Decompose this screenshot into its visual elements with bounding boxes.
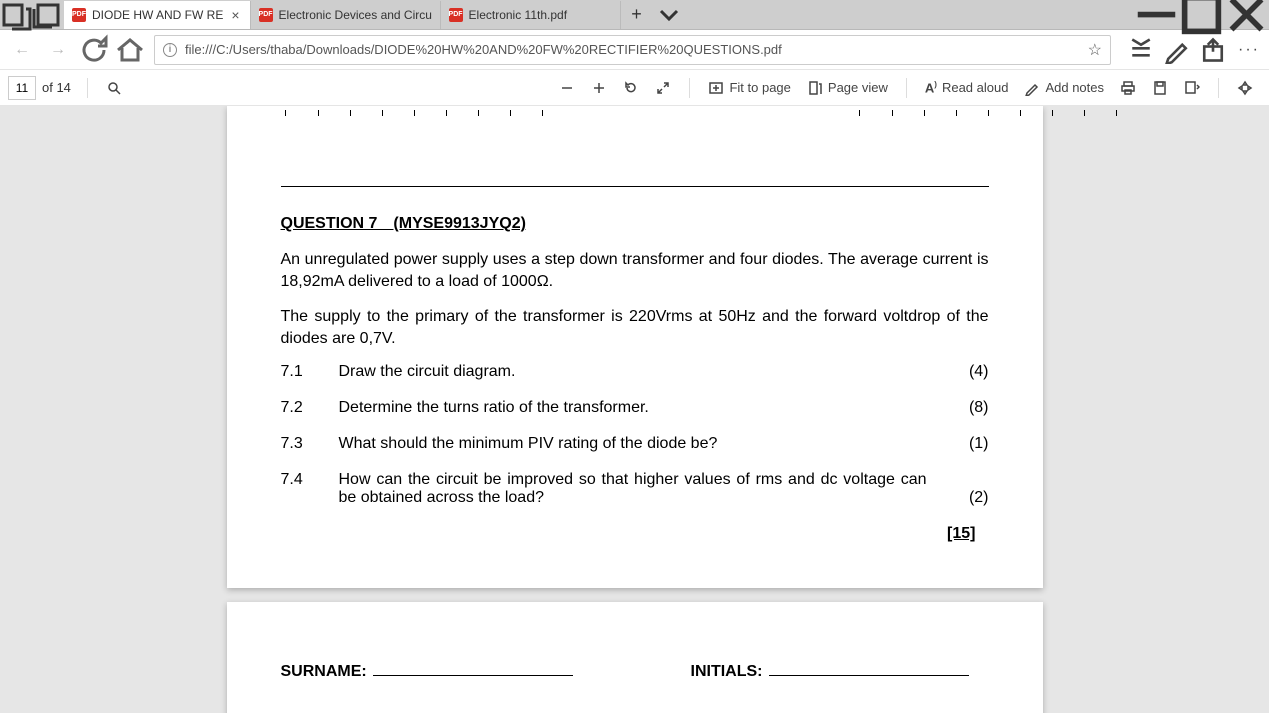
print-button[interactable] <box>1112 70 1144 106</box>
expand-button[interactable] <box>647 70 679 106</box>
home-button[interactable] <box>114 34 146 66</box>
zoom-out-button[interactable] <box>551 70 583 106</box>
tab-title: Electronic 11th.pdf <box>469 8 612 22</box>
forward-button[interactable]: → <box>42 34 74 66</box>
add-notes-button[interactable]: Add notes <box>1016 70 1112 106</box>
question-row: 7.2Determine the turns ratio of the tran… <box>281 399 989 417</box>
address-bar[interactable]: i file:///C:/Users/thaba/Downloads/DIODE… <box>154 35 1111 65</box>
page-number-input[interactable] <box>8 76 36 100</box>
pdf-icon: PDF <box>259 8 273 22</box>
surname-label: SURNAME: <box>281 663 367 681</box>
fullscreen-icon[interactable] <box>1229 70 1261 106</box>
window-close-icon[interactable] <box>1224 0 1269 30</box>
search-icon[interactable] <box>98 70 130 106</box>
question-heading: QUESTION 7 (MYSE9913JYQ2) <box>281 215 989 233</box>
paragraph: An unregulated power supply uses a step … <box>281 249 989 292</box>
page-view-button[interactable]: Page view <box>799 70 896 106</box>
share-icon[interactable] <box>1199 36 1227 64</box>
pdf-icon: PDF <box>449 8 463 22</box>
tabs-aside-icon[interactable] <box>0 0 32 30</box>
rotate-button[interactable] <box>615 70 647 106</box>
tab-chevron-icon[interactable] <box>653 0 685 30</box>
save-button[interactable] <box>1144 70 1176 106</box>
tab-title: DIODE HW AND FW RE <box>92 8 223 22</box>
back-button[interactable]: ← <box>6 34 38 66</box>
refresh-button[interactable] <box>78 34 110 66</box>
tab-title: Electronic Devices and Circu <box>279 8 432 22</box>
question-row: 7.3What should the minimum PIV rating of… <box>281 435 989 453</box>
notes-icon[interactable] <box>1163 36 1191 64</box>
pdf-page: SURNAME: INITIALS: <box>227 602 1043 713</box>
recent-tabs-icon[interactable] <box>32 0 64 30</box>
initials-label: INITIALS: <box>691 663 763 681</box>
question-row: 7.1Draw the circuit diagram.(4) <box>281 363 989 381</box>
reading-list-icon[interactable] <box>1127 36 1155 64</box>
page-count: of 14 <box>42 80 71 95</box>
pdf-icon: PDF <box>72 8 86 22</box>
question-row: 7.4How can the circuit be improved so th… <box>281 471 989 507</box>
window-minimize-icon[interactable] <box>1134 0 1179 30</box>
total-marks: [15] <box>281 525 989 543</box>
new-tab-icon[interactable]: + <box>621 0 653 30</box>
save-as-button[interactable] <box>1176 70 1208 106</box>
tab-close-icon[interactable]: × <box>229 7 241 23</box>
fit-page-button[interactable]: Fit to page <box>700 70 798 106</box>
window-maximize-icon[interactable] <box>1179 0 1224 30</box>
url-text: file:///C:/Users/thaba/Downloads/DIODE%2… <box>185 42 782 57</box>
read-aloud-button[interactable]: A)Read aloud <box>917 70 1017 106</box>
tab-inactive[interactable]: PDF Electronic Devices and Circu <box>251 1 441 29</box>
tab-inactive[interactable]: PDF Electronic 11th.pdf <box>441 1 621 29</box>
tab-active[interactable]: PDF DIODE HW AND FW RE × <box>64 1 251 29</box>
pdf-viewport[interactable]: QUESTION 7 (MYSE9913JYQ2) An unregulated… <box>0 106 1269 713</box>
zoom-in-button[interactable] <box>583 70 615 106</box>
site-info-icon[interactable]: i <box>163 43 177 57</box>
more-icon[interactable]: ··· <box>1235 36 1263 64</box>
pdf-page: QUESTION 7 (MYSE9913JYQ2) An unregulated… <box>227 106 1043 588</box>
paragraph: The supply to the primary of the transfo… <box>281 306 989 349</box>
favorite-icon[interactable]: ☆ <box>1088 40 1102 60</box>
